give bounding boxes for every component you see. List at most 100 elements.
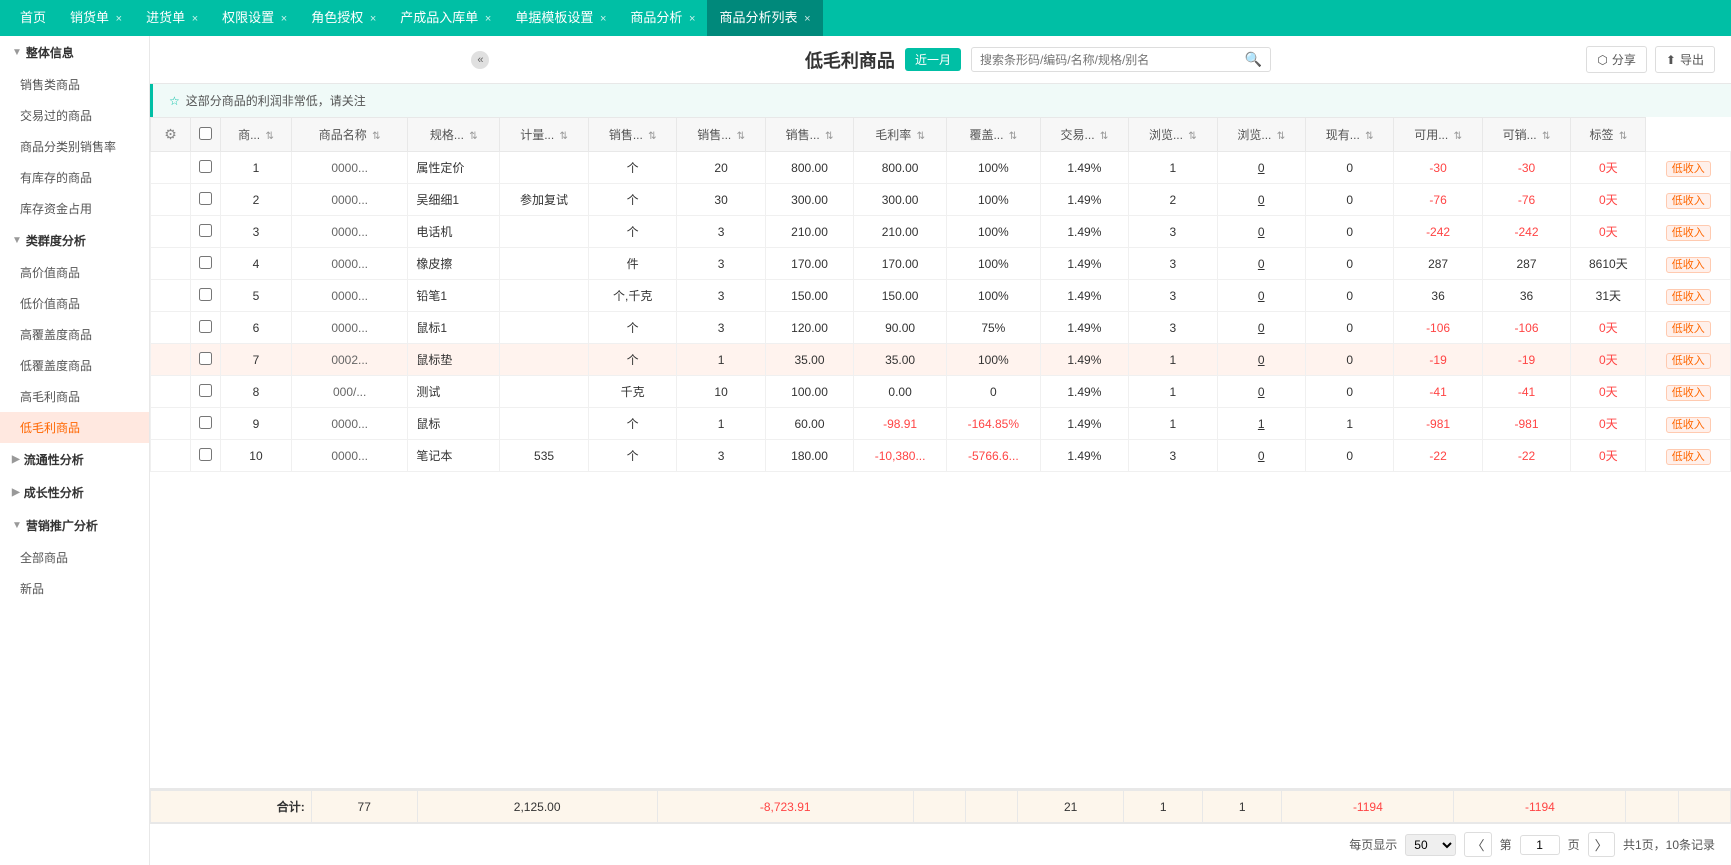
col-settings[interactable]: ⚙ (151, 118, 191, 152)
sidebar-group-cluster-title[interactable]: ▼ 类群度分析 (0, 224, 149, 257)
nav-product-entry-close[interactable]: × (485, 13, 491, 25)
gear-icon[interactable]: ⚙ (164, 126, 177, 143)
sidebar-item-low-value[interactable]: 低价值商品 (0, 288, 149, 319)
sidebar-item-new-goods[interactable]: 新品 (0, 573, 149, 604)
browse1-link-6[interactable]: 0 (1258, 353, 1265, 367)
row-checkbox-input-4[interactable] (199, 288, 212, 301)
nav-permissions[interactable]: 权限设置 × (210, 0, 299, 36)
row-checkbox-7[interactable] (191, 376, 221, 408)
nav-sales[interactable]: 销货单 × (58, 0, 134, 36)
prev-page-button[interactable]: 〈 (1464, 832, 1491, 857)
sidebar-item-stocked-goods[interactable]: 有库存的商品 (0, 162, 149, 193)
sidebar-item-high-value[interactable]: 高价值商品 (0, 257, 149, 288)
col-name[interactable]: 商品名称 ⇅ (291, 118, 407, 152)
share-button[interactable]: ⬡ 分享 (1586, 46, 1647, 73)
row-browse1-2[interactable]: 0 (1217, 216, 1305, 248)
browse1-link-4[interactable]: 0 (1258, 289, 1265, 303)
browse1-link-7[interactable]: 0 (1258, 385, 1265, 399)
row-browse1-8[interactable]: 1 (1217, 408, 1305, 440)
row-checkbox-1[interactable] (191, 184, 221, 216)
row-browse1-5[interactable]: 0 (1217, 312, 1305, 344)
row-checkbox-input-6[interactable] (199, 352, 212, 365)
sidebar-item-stock-funds[interactable]: 库存资金占用 (0, 193, 149, 224)
row-checkbox-input-5[interactable] (199, 320, 212, 333)
sidebar-item-high-coverage[interactable]: 高覆盖度商品 (0, 319, 149, 350)
nav-goods-analysis[interactable]: 商品分析 × (618, 0, 707, 36)
col-sales-qty[interactable]: 销售... ⇅ (588, 118, 676, 152)
nav-roles-close[interactable]: × (370, 13, 376, 25)
sidebar-item-low-coverage[interactable]: 低覆盖度商品 (0, 350, 149, 381)
row-browse1-0[interactable]: 0 (1217, 152, 1305, 184)
row-checkbox-5[interactable] (191, 312, 221, 344)
row-checkbox-8[interactable] (191, 408, 221, 440)
browse1-link-8[interactable]: 1 (1258, 417, 1265, 431)
row-browse1-4[interactable]: 0 (1217, 280, 1305, 312)
row-checkbox-input-7[interactable] (199, 384, 212, 397)
row-browse1-9[interactable]: 0 (1217, 440, 1305, 472)
nav-template[interactable]: 单据模板设置 × (503, 0, 618, 36)
nav-roles[interactable]: 角色授权 × (299, 0, 388, 36)
select-all-checkbox[interactable] (199, 127, 212, 140)
col-coverage[interactable]: 覆盖... ⇅ (946, 118, 1040, 152)
nav-goods-analysis-close[interactable]: × (689, 13, 695, 25)
browse1-link-3[interactable]: 0 (1258, 257, 1265, 271)
sidebar-item-high-margin[interactable]: 高毛利商品 (0, 381, 149, 412)
sidebar-group-circulation-title[interactable]: ▶ 流通性分析 (0, 443, 149, 476)
row-browse1-7[interactable]: 0 (1217, 376, 1305, 408)
nav-sales-close[interactable]: × (116, 13, 122, 25)
sidebar-group-marketing-title[interactable]: ▼ 营销推广分析 (0, 509, 149, 542)
col-available[interactable]: 可用... ⇅ (1394, 118, 1482, 152)
browse1-link-2[interactable]: 0 (1258, 225, 1265, 239)
nav-goods-list-close[interactable]: × (804, 13, 810, 25)
sidebar-item-all-goods[interactable]: 全部商品 (0, 542, 149, 573)
col-sales-amount[interactable]: 销售... ⇅ (677, 118, 765, 152)
nav-template-close[interactable]: × (600, 13, 606, 25)
col-trade-count[interactable]: 交易... ⇅ (1040, 118, 1128, 152)
sidebar-item-traded-goods[interactable]: 交易过的商品 (0, 100, 149, 131)
browse1-link-0[interactable]: 0 (1258, 161, 1265, 175)
row-checkbox-input-8[interactable] (199, 416, 212, 429)
col-browse1[interactable]: 浏览... ⇅ (1129, 118, 1217, 152)
col-gross-margin[interactable]: 毛利率 ⇅ (854, 118, 947, 152)
row-checkbox-input-0[interactable] (199, 160, 212, 173)
row-checkbox-9[interactable] (191, 440, 221, 472)
search-input[interactable] (980, 53, 1241, 67)
row-checkbox-2[interactable] (191, 216, 221, 248)
row-checkbox-0[interactable] (191, 152, 221, 184)
nav-permissions-close[interactable]: × (281, 13, 287, 25)
row-browse1-6[interactable]: 0 (1217, 344, 1305, 376)
nav-goods-analysis-list[interactable]: 商品分析列表 × (707, 0, 822, 36)
sidebar-group-overall-title[interactable]: ▼ 整体信息 (0, 36, 149, 69)
row-checkbox-6[interactable] (191, 344, 221, 376)
row-checkbox-4[interactable] (191, 280, 221, 312)
sidebar-item-low-margin[interactable]: 低毛利商品 (0, 412, 149, 443)
col-saleable[interactable]: 可销... ⇅ (1482, 118, 1570, 152)
col-sales-profit[interactable]: 销售... ⇅ (765, 118, 853, 152)
next-page-button[interactable]: 〉 (1588, 832, 1615, 857)
browse1-link-1[interactable]: 0 (1258, 193, 1265, 207)
sidebar-item-sales-goods[interactable]: 销售类商品 (0, 69, 149, 100)
browse1-link-9[interactable]: 0 (1258, 449, 1265, 463)
nav-product-entry[interactable]: 产成品入库单 × (388, 0, 503, 36)
export-button[interactable]: ⬆ 导出 (1655, 46, 1715, 73)
row-browse1-3[interactable]: 0 (1217, 248, 1305, 280)
row-checkbox-3[interactable] (191, 248, 221, 280)
row-checkbox-input-1[interactable] (199, 192, 212, 205)
col-spec[interactable]: 规格... ⇅ (408, 118, 500, 152)
search-icon[interactable]: 🔍 (1245, 51, 1262, 68)
col-browse2[interactable]: 浏览... ⇅ (1217, 118, 1305, 152)
page-number-input[interactable] (1520, 835, 1560, 855)
row-browse1-1[interactable]: 0 (1217, 184, 1305, 216)
period-button[interactable]: 近一月 (905, 48, 961, 71)
table-container[interactable]: ⚙ 商... ⇅ 商品名称 ⇅ 规格... ⇅ 计量... ⇅ 销售... ⇅ … (150, 117, 1731, 788)
col-tag[interactable]: 标签 ⇅ (1571, 118, 1646, 152)
row-checkbox-input-3[interactable] (199, 256, 212, 269)
browse1-link-5[interactable]: 0 (1258, 321, 1265, 335)
nav-home[interactable]: 首页 (8, 0, 58, 36)
sidebar-collapse-button[interactable]: « (471, 51, 489, 69)
col-code[interactable]: 商... ⇅ (221, 118, 292, 152)
nav-purchase[interactable]: 进货单 × (134, 0, 210, 36)
sidebar-item-category-sales[interactable]: 商品分类别销售率 (0, 131, 149, 162)
nav-purchase-close[interactable]: × (192, 13, 198, 25)
row-checkbox-input-9[interactable] (199, 448, 212, 461)
